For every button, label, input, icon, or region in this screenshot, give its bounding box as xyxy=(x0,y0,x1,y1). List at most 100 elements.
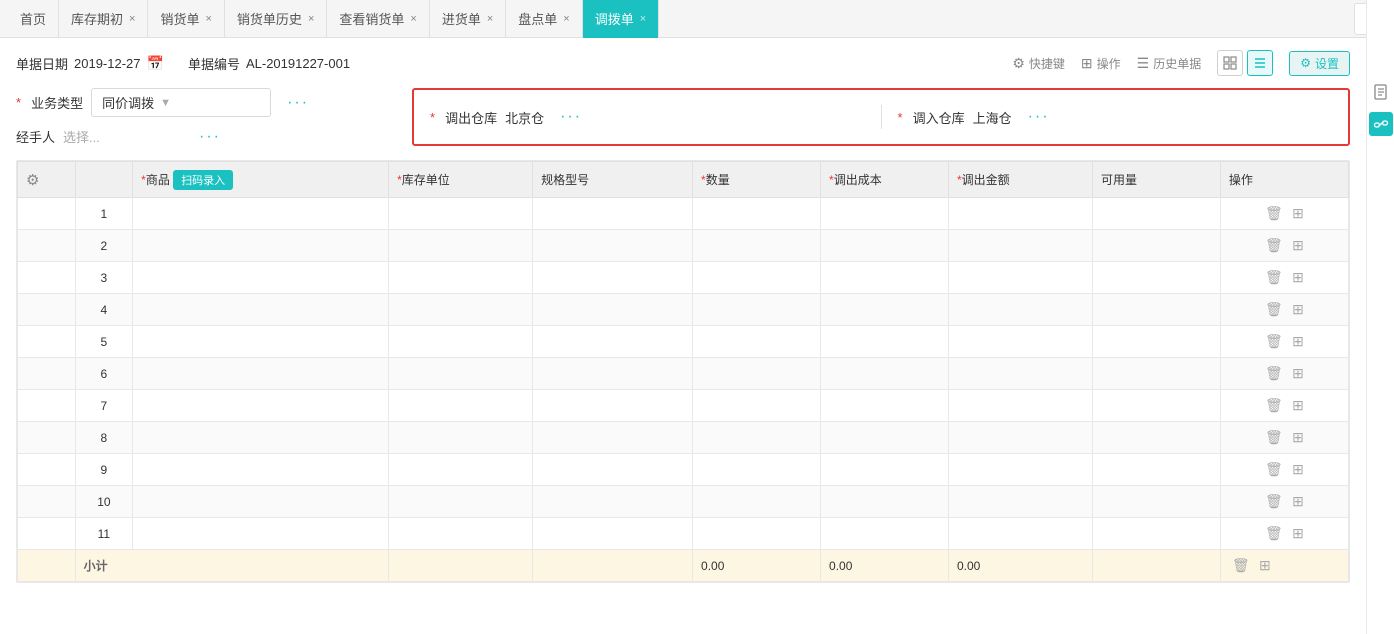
close-view-sales[interactable]: × xyxy=(410,13,416,25)
table-scroll[interactable]: ⚙ *商品 扫码录入 *库存单位 规格型号 xyxy=(17,161,1349,582)
row-spec-cell[interactable] xyxy=(533,422,693,454)
calendar-icon[interactable]: 📅 xyxy=(147,55,164,72)
row-amount-cell[interactable] xyxy=(948,294,1092,326)
delete-row-icon[interactable]: 🗑 xyxy=(1265,365,1283,381)
grid-view-btn[interactable] xyxy=(1217,50,1243,76)
tab-home[interactable]: 首页 xyxy=(8,0,59,38)
biz-type-more[interactable]: ··· xyxy=(287,94,309,112)
row-qty-cell[interactable] xyxy=(693,230,821,262)
row-available-cell[interactable] xyxy=(1092,486,1220,518)
close-transfer[interactable]: × xyxy=(640,13,646,25)
copy-row-icon[interactable]: ⊞ xyxy=(1292,525,1304,541)
copy-row-icon[interactable]: ⊞ xyxy=(1292,269,1304,285)
subtotal-copy-icon[interactable]: ⊞ xyxy=(1259,557,1271,573)
history-btn[interactable]: ☰ 历史单据 xyxy=(1137,55,1202,72)
row-available-cell[interactable] xyxy=(1092,326,1220,358)
person-select[interactable]: 选择... xyxy=(63,127,183,146)
row-available-cell[interactable] xyxy=(1092,390,1220,422)
row-cost-cell[interactable] xyxy=(821,454,949,486)
close-purchase-order[interactable]: × xyxy=(487,13,493,25)
copy-row-icon[interactable]: ⊞ xyxy=(1292,237,1304,253)
row-spec-cell[interactable] xyxy=(533,454,693,486)
row-product-cell[interactable] xyxy=(133,294,389,326)
row-available-cell[interactable] xyxy=(1092,422,1220,454)
row-qty-cell[interactable] xyxy=(693,294,821,326)
row-unit-cell[interactable] xyxy=(389,390,533,422)
delete-row-icon[interactable]: 🗑 xyxy=(1265,205,1283,221)
tab-inventory[interactable]: 盘点单 × xyxy=(506,0,582,38)
sidebar-link-icon[interactable] xyxy=(1369,112,1393,136)
operate-btn[interactable]: ⊞ 操作 xyxy=(1081,55,1121,72)
row-qty-cell[interactable] xyxy=(693,454,821,486)
copy-row-icon[interactable]: ⊞ xyxy=(1292,205,1304,221)
row-spec-cell[interactable] xyxy=(533,486,693,518)
row-cost-cell[interactable] xyxy=(821,326,949,358)
tab-stock-init[interactable]: 库存期初 × xyxy=(59,0,148,38)
row-spec-cell[interactable] xyxy=(533,358,693,390)
row-cost-cell[interactable] xyxy=(821,390,949,422)
copy-row-icon[interactable]: ⊞ xyxy=(1292,429,1304,445)
row-available-cell[interactable] xyxy=(1092,198,1220,230)
delete-row-icon[interactable]: 🗑 xyxy=(1265,429,1283,445)
delete-row-icon[interactable]: 🗑 xyxy=(1265,397,1283,413)
row-available-cell[interactable] xyxy=(1092,518,1220,550)
row-product-cell[interactable] xyxy=(133,326,389,358)
row-cost-cell[interactable] xyxy=(821,358,949,390)
row-amount-cell[interactable] xyxy=(948,390,1092,422)
row-unit-cell[interactable] xyxy=(389,358,533,390)
row-cost-cell[interactable] xyxy=(821,518,949,550)
row-product-cell[interactable] xyxy=(133,262,389,294)
row-spec-cell[interactable] xyxy=(533,294,693,326)
row-unit-cell[interactable] xyxy=(389,262,533,294)
scan-btn[interactable]: 扫码录入 xyxy=(173,170,233,190)
row-unit-cell[interactable] xyxy=(389,230,533,262)
row-qty-cell[interactable] xyxy=(693,198,821,230)
row-unit-cell[interactable] xyxy=(389,294,533,326)
row-product-cell[interactable] xyxy=(133,358,389,390)
close-inventory[interactable]: × xyxy=(563,13,569,25)
copy-row-icon[interactable]: ⊞ xyxy=(1292,493,1304,509)
tab-view-sales[interactable]: 查看销货单 × xyxy=(327,0,429,38)
in-warehouse-more[interactable]: ··· xyxy=(1028,108,1050,126)
copy-row-icon[interactable]: ⊞ xyxy=(1292,301,1304,317)
subtotal-delete-icon[interactable]: 🗑 xyxy=(1232,557,1250,573)
tab-purchase-order[interactable]: 进货单 × xyxy=(430,0,506,38)
row-available-cell[interactable] xyxy=(1092,294,1220,326)
delete-row-icon[interactable]: 🗑 xyxy=(1265,269,1283,285)
row-product-cell[interactable] xyxy=(133,454,389,486)
table-settings-icon[interactable]: ⚙ xyxy=(26,172,39,189)
delete-row-icon[interactable]: 🗑 xyxy=(1265,333,1283,349)
copy-row-icon[interactable]: ⊞ xyxy=(1292,365,1304,381)
row-cost-cell[interactable] xyxy=(821,198,949,230)
row-amount-cell[interactable] xyxy=(948,454,1092,486)
row-cost-cell[interactable] xyxy=(821,486,949,518)
row-cost-cell[interactable] xyxy=(821,262,949,294)
row-product-cell[interactable] xyxy=(133,518,389,550)
row-amount-cell[interactable] xyxy=(948,518,1092,550)
row-amount-cell[interactable] xyxy=(948,230,1092,262)
row-cost-cell[interactable] xyxy=(821,230,949,262)
row-qty-cell[interactable] xyxy=(693,422,821,454)
shortcut-btn[interactable]: ⚙ 快捷键 xyxy=(1012,55,1065,72)
row-spec-cell[interactable] xyxy=(533,230,693,262)
row-amount-cell[interactable] xyxy=(948,198,1092,230)
row-amount-cell[interactable] xyxy=(948,486,1092,518)
row-amount-cell[interactable] xyxy=(948,326,1092,358)
person-more[interactable]: ··· xyxy=(199,128,221,146)
close-sales-order[interactable]: × xyxy=(205,13,211,25)
row-qty-cell[interactable] xyxy=(693,486,821,518)
out-warehouse-value[interactable]: 北京仓 xyxy=(505,108,544,127)
row-available-cell[interactable] xyxy=(1092,454,1220,486)
close-stock-init[interactable]: × xyxy=(129,13,135,25)
row-amount-cell[interactable] xyxy=(948,422,1092,454)
list-view-btn[interactable] xyxy=(1247,50,1273,76)
delete-row-icon[interactable]: 🗑 xyxy=(1265,525,1283,541)
row-available-cell[interactable] xyxy=(1092,230,1220,262)
delete-row-icon[interactable]: 🗑 xyxy=(1265,237,1283,253)
row-unit-cell[interactable] xyxy=(389,198,533,230)
row-product-cell[interactable] xyxy=(133,390,389,422)
out-warehouse-more[interactable]: ··· xyxy=(560,108,582,126)
row-product-cell[interactable] xyxy=(133,198,389,230)
row-unit-cell[interactable] xyxy=(389,454,533,486)
tab-transfer[interactable]: 调拨单 × xyxy=(583,0,659,38)
